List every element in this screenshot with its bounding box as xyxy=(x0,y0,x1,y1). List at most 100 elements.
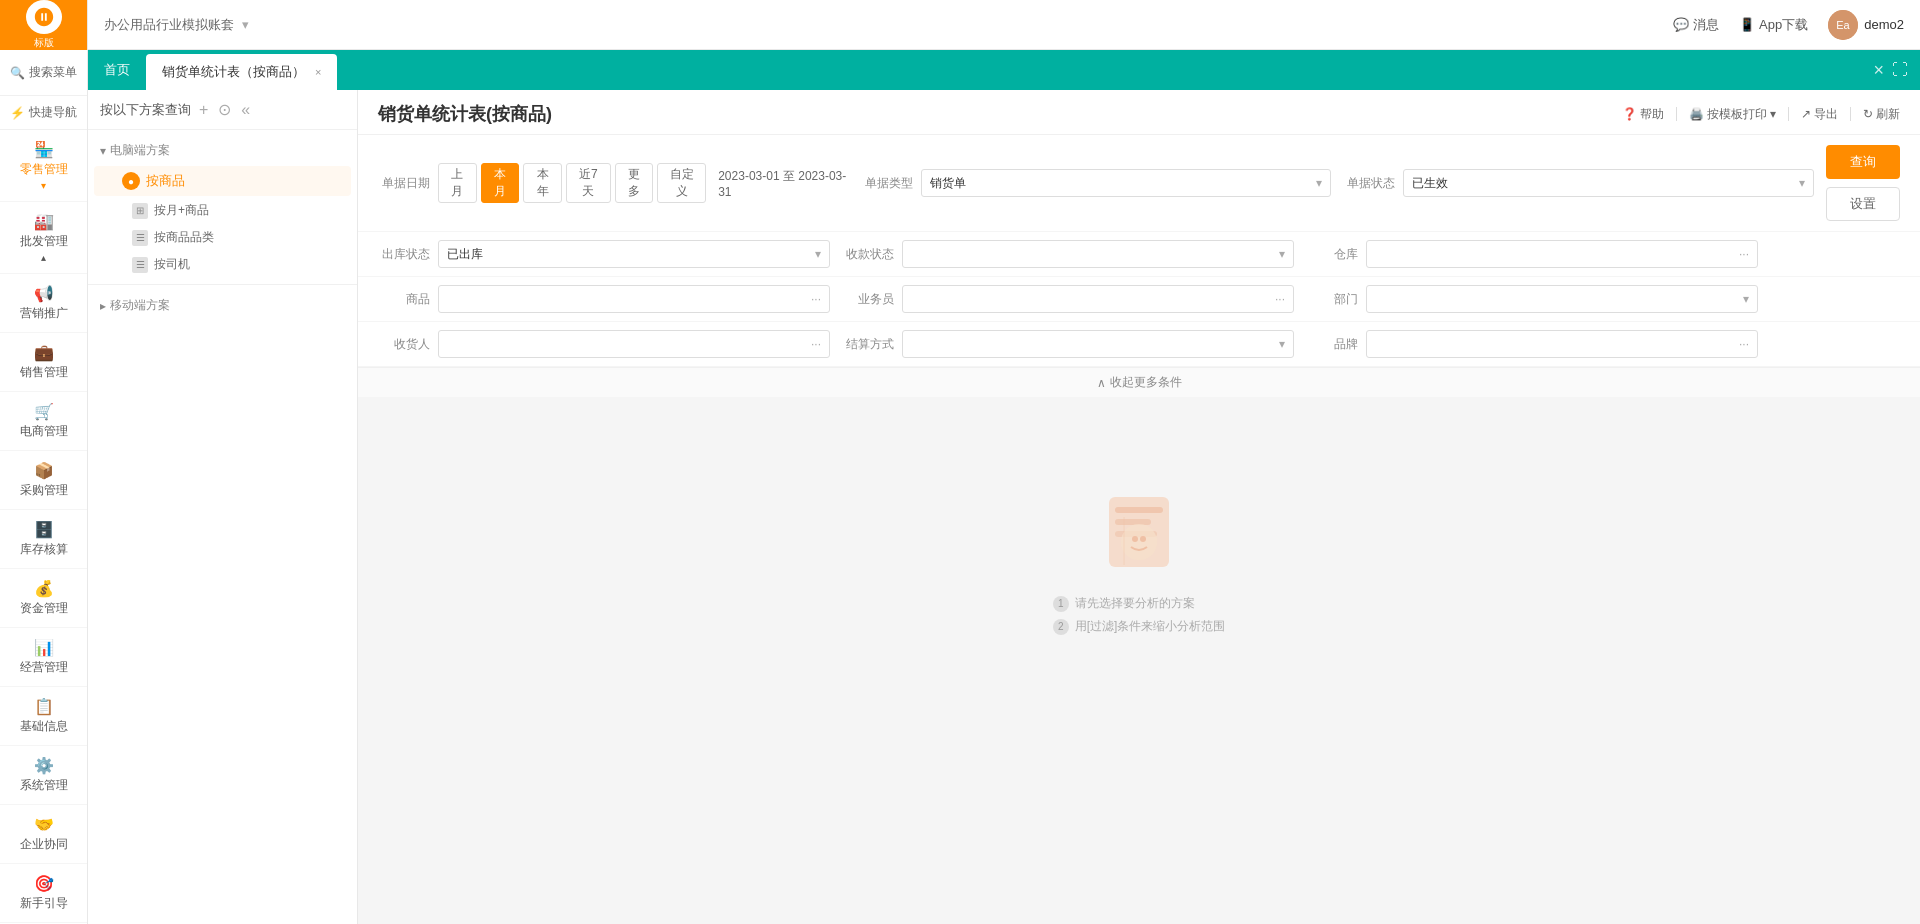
quick-nav-button[interactable]: ⚡ 快捷导航 xyxy=(0,96,87,130)
receiver-label: 收货人 xyxy=(378,336,430,353)
tab-close-all-button[interactable]: × xyxy=(1873,60,1884,81)
tab-maximize-button[interactable]: ⛶ xyxy=(1892,61,1908,79)
mobile-scheme-title[interactable]: ▸ 移动端方案 xyxy=(88,291,357,320)
scheme-by-category-label: 按商品品类 xyxy=(154,229,214,246)
sidebar-item-marketing[interactable]: 📢 营销推广 xyxy=(0,274,87,333)
shortcut-last-month[interactable]: 上月 xyxy=(438,163,477,203)
print-icon: 🖨️ xyxy=(1689,107,1704,121)
sidebar-item-finance[interactable]: 💰 资金管理 xyxy=(0,569,87,628)
svg-point-8 xyxy=(1140,536,1146,542)
svg-text:Ea: Ea xyxy=(1837,19,1851,31)
workspace-caret[interactable]: ▾ xyxy=(242,17,249,32)
export-button[interactable]: ↗ 导出 xyxy=(1801,106,1838,123)
message-icon: 💬 xyxy=(1673,17,1689,32)
expand-icon: ▾ xyxy=(41,180,46,191)
shortcut-this-year[interactable]: 本年 xyxy=(523,163,562,203)
scheme-item-by-product[interactable]: ● 按商品 xyxy=(94,166,351,196)
desktop-scheme-group: ▾ 电脑端方案 ● 按商品 ⊞ 按月+商品 ☰ 按商品品类 ☰ 按司 xyxy=(88,130,357,284)
shortcut-custom[interactable]: 自定义 xyxy=(657,163,706,203)
shortcut-this-month[interactable]: 本月 xyxy=(481,163,520,203)
collect-status-label: 收款状态 xyxy=(842,246,894,263)
desktop-scheme-title[interactable]: ▾ 电脑端方案 xyxy=(88,136,357,165)
print-button[interactable]: 🖨️ 按模板打印 ▾ xyxy=(1689,106,1776,123)
mobile-group-arrow-icon: ▸ xyxy=(100,299,106,313)
mobile-group-label: 移动端方案 xyxy=(110,297,170,314)
payment-select[interactable]: ▾ xyxy=(902,330,1294,358)
add-scheme-button[interactable]: + xyxy=(197,101,210,119)
query-button[interactable]: 查询 xyxy=(1826,145,1900,179)
warehouse-dots[interactable]: ··· xyxy=(1739,247,1749,261)
app-logo[interactable]: 标版 xyxy=(0,0,87,50)
search-menu-button[interactable]: 🔍 搜索菜单 xyxy=(6,58,81,87)
payment-caret: ▾ xyxy=(1279,337,1285,351)
search-section: 🔍 搜索菜单 xyxy=(0,50,87,96)
warehouse-input[interactable]: ··· xyxy=(1366,240,1758,268)
main-panel: 销货单统计表(按商品) ❓ 帮助 🖨️ 按模板打印 ▾ ↗ xyxy=(358,90,1920,924)
dept-label: 部门 xyxy=(1306,291,1358,308)
help-button[interactable]: ❓ 帮助 xyxy=(1622,106,1664,123)
purchase-icon: 📦 xyxy=(34,461,54,480)
phone-icon: 📱 xyxy=(1739,17,1755,32)
sidebar-item-wholesale[interactable]: 🏭 批发管理 ▴ xyxy=(0,202,87,274)
product-input[interactable]: ··· xyxy=(438,285,830,313)
receiver-dots[interactable]: ··· xyxy=(811,337,821,351)
sidebar-item-enterprise[interactable]: 🤝 企业协同 xyxy=(0,805,87,864)
sidebar-item-sales[interactable]: 💼 销售管理 xyxy=(0,333,87,392)
collapse-filter-bar[interactable]: ∧ 收起更多条件 xyxy=(358,367,1920,397)
enterprise-icon: 🤝 xyxy=(34,815,54,834)
doc-type-select[interactable]: 销货单 ▾ xyxy=(921,169,1332,197)
brand-dots[interactable]: ··· xyxy=(1739,337,1749,351)
finance-icon: 💰 xyxy=(34,579,54,598)
out-status-label: 出库状态 xyxy=(378,246,430,263)
desktop-group-label: 电脑端方案 xyxy=(110,142,170,159)
settings-button[interactable]: 设置 xyxy=(1826,187,1900,221)
product-dots[interactable]: ··· xyxy=(811,292,821,306)
scheme-sub-by-category[interactable]: ☰ 按商品品类 xyxy=(88,224,357,251)
nav-icon: ⚡ xyxy=(10,106,25,120)
sidebar-item-system[interactable]: ⚙️ 系统管理 xyxy=(0,746,87,805)
scheme-sub-by-printer[interactable]: ☰ 按司机 xyxy=(88,251,357,278)
salesperson-dots[interactable]: ··· xyxy=(1275,292,1285,306)
page-actions: ❓ 帮助 🖨️ 按模板打印 ▾ ↗ 导出 xyxy=(1622,106,1900,123)
product-label: 商品 xyxy=(378,291,430,308)
home-tab-label: 首页 xyxy=(104,61,130,79)
sidebar-item-purchase[interactable]: 📦 采购管理 xyxy=(0,451,87,510)
sidebar-item-operations[interactable]: 📊 经营管理 xyxy=(0,628,87,687)
receiver-input[interactable]: ··· xyxy=(438,330,830,358)
shortcut-7days[interactable]: 近7天 xyxy=(566,163,610,203)
sidebar-item-retail[interactable]: 🏪 零售管理 ▾ xyxy=(0,130,87,202)
tab-close-button[interactable]: × xyxy=(315,66,321,78)
sidebar-item-newuser[interactable]: 🎯 新手引导 xyxy=(0,864,87,923)
sidebar-item-inventory[interactable]: 🗄️ 库存核算 xyxy=(0,510,87,569)
app-download-button[interactable]: 📱 App下载 xyxy=(1739,16,1808,34)
user-avatar: Ea xyxy=(1828,10,1858,40)
message-button[interactable]: 💬 消息 xyxy=(1673,16,1719,34)
refresh-button[interactable]: ↻ 刷新 xyxy=(1863,106,1900,123)
header-actions: 💬 消息 📱 App下载 Ea demo2 xyxy=(1673,10,1904,40)
content-area: 按以下方案查询 + ⊙ « ▾ 电脑端方案 ● 按商品 ⊞ 按月+商品 xyxy=(88,90,1920,924)
collapse-panel-button[interactable]: « xyxy=(239,101,252,119)
divider-2 xyxy=(1788,107,1789,121)
doc-type-label: 单据类型 xyxy=(861,175,913,192)
scheme-sub-by-month-product[interactable]: ⊞ 按月+商品 xyxy=(88,197,357,224)
shortcut-more[interactable]: 更多 xyxy=(615,163,654,203)
brand-input[interactable]: ··· xyxy=(1366,330,1758,358)
salesperson-input[interactable]: ··· xyxy=(902,285,1294,313)
tab-home[interactable]: 首页 xyxy=(88,50,146,90)
warehouse-label: 仓库 xyxy=(1306,246,1358,263)
refresh-scheme-button[interactable]: ⊙ xyxy=(216,100,233,119)
collect-status-select[interactable]: ▾ xyxy=(902,240,1294,268)
refresh-icon: ↻ xyxy=(1863,107,1873,121)
newuser-icon: 🎯 xyxy=(34,874,54,893)
out-status-select[interactable]: 已出库 ▾ xyxy=(438,240,830,268)
dept-select[interactable]: ▾ xyxy=(1366,285,1758,313)
sidebar-item-basics[interactable]: 📋 基础信息 xyxy=(0,687,87,746)
left-panel: 按以下方案查询 + ⊙ « ▾ 电脑端方案 ● 按商品 ⊞ 按月+商品 xyxy=(88,90,358,924)
scheme-by-month-product-label: 按月+商品 xyxy=(154,202,209,219)
empty-steps-container: 1 请先选择要分析的方案 2 用[过滤]条件来缩小分析范围 xyxy=(1053,595,1226,635)
tab-report[interactable]: 销货单统计表（按商品） × xyxy=(146,54,337,90)
doc-status-select[interactable]: 已生效 ▾ xyxy=(1403,169,1814,197)
system-icon: ⚙️ xyxy=(34,756,54,775)
sidebar-item-ecommerce[interactable]: 🛒 电商管理 xyxy=(0,392,87,451)
user-profile[interactable]: Ea demo2 xyxy=(1828,10,1904,40)
